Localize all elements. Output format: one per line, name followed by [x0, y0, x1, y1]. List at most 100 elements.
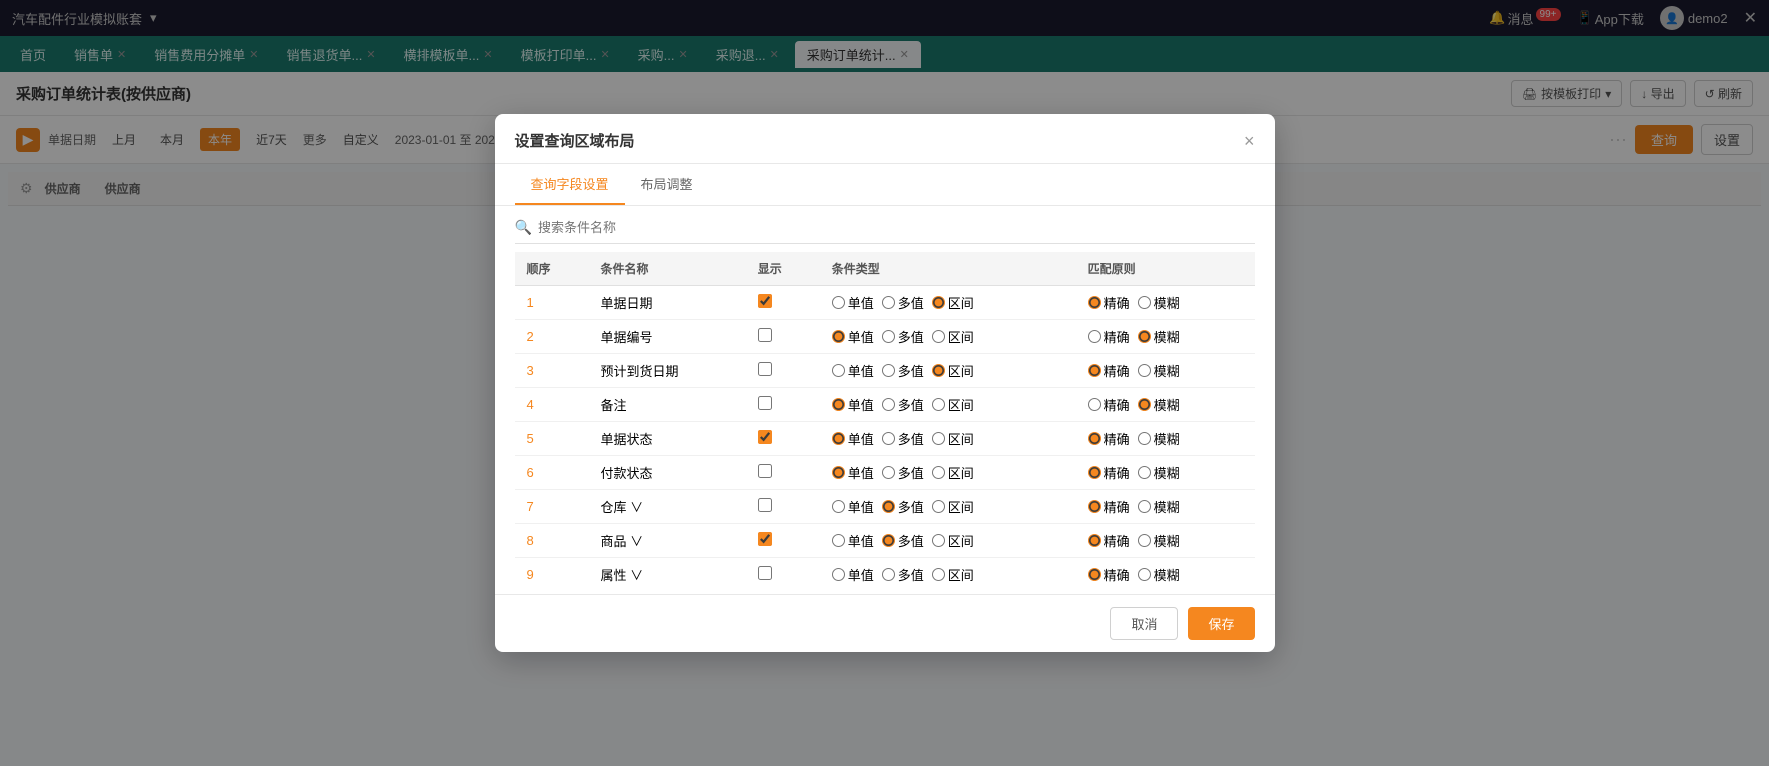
match-option-match_fuzzy[interactable]: 模糊 [1138, 565, 1180, 582]
cancel-button[interactable]: 取消 [1110, 607, 1178, 640]
type-option-type_multi[interactable]: 多值 [882, 361, 924, 380]
display-checkbox[interactable] [758, 532, 772, 546]
type-radio-type_range[interactable] [932, 432, 945, 445]
match-radio-match_fuzzy[interactable] [1138, 534, 1151, 547]
match-option-match_exact[interactable]: 精确 [1088, 565, 1130, 582]
type-option-type_single[interactable]: 单值 [832, 531, 874, 550]
match-radio-match_fuzzy[interactable] [1138, 466, 1151, 479]
type-radio-type_multi[interactable] [882, 500, 895, 513]
display-checkbox[interactable] [758, 464, 772, 478]
match-option-match_fuzzy[interactable]: 模糊 [1138, 497, 1180, 516]
match-option-match_fuzzy[interactable]: 模糊 [1138, 361, 1180, 380]
match-option-match_exact[interactable]: 精确 [1088, 361, 1130, 380]
display-checkbox[interactable] [758, 430, 772, 444]
display-checkbox[interactable] [758, 294, 772, 308]
match-radio-match_exact[interactable] [1088, 364, 1101, 377]
row-display-checkbox-cell[interactable] [746, 320, 820, 354]
type-option-type_single[interactable]: 单值 [832, 565, 874, 582]
match-radio-match_fuzzy[interactable] [1138, 296, 1151, 309]
type-radio-type_single[interactable] [832, 500, 845, 513]
type-radio-type_single[interactable] [832, 466, 845, 479]
match-radio-match_fuzzy[interactable] [1138, 432, 1151, 445]
dialog-close-button[interactable]: × [1244, 132, 1255, 150]
display-checkbox[interactable] [758, 396, 772, 410]
match-option-match_fuzzy[interactable]: 模糊 [1138, 429, 1180, 448]
type-radio-type_single[interactable] [832, 568, 845, 581]
match-radio-match_fuzzy[interactable] [1138, 364, 1151, 377]
type-radio-type_multi[interactable] [882, 296, 895, 309]
match-option-match_fuzzy[interactable]: 模糊 [1138, 395, 1180, 414]
tab-layout-adjust[interactable]: 布局调整 [625, 164, 709, 205]
type-radio-type_range[interactable] [932, 466, 945, 479]
type-option-type_range[interactable]: 区间 [932, 463, 974, 482]
type-option-type_multi[interactable]: 多值 [882, 497, 924, 516]
type-radio-type_multi[interactable] [882, 364, 895, 377]
match-radio-match_exact[interactable] [1088, 296, 1101, 309]
type-radio-type_single[interactable] [832, 398, 845, 411]
match-option-match_fuzzy[interactable]: 模糊 [1138, 463, 1180, 482]
type-radio-type_multi[interactable] [882, 432, 895, 445]
type-radio-type_range[interactable] [932, 500, 945, 513]
match-option-match_fuzzy[interactable]: 模糊 [1138, 327, 1180, 346]
type-radio-type_multi[interactable] [882, 534, 895, 547]
type-radio-type_single[interactable] [832, 364, 845, 377]
match-option-match_exact[interactable]: 精确 [1088, 497, 1130, 516]
type-radio-type_multi[interactable] [882, 466, 895, 479]
row-display-checkbox-cell[interactable] [746, 422, 820, 456]
type-option-type_single[interactable]: 单值 [832, 497, 874, 516]
match-radio-match_fuzzy[interactable] [1138, 568, 1151, 581]
row-display-checkbox-cell[interactable] [746, 456, 820, 490]
type-radio-type_range[interactable] [932, 364, 945, 377]
type-option-type_single[interactable]: 单值 [832, 463, 874, 482]
type-radio-type_multi[interactable] [882, 330, 895, 343]
conditions-table-scroll[interactable]: 顺序 条件名称 显示 条件类型 匹配原则 1单据日期单值多值区间精确模糊2单据编… [515, 252, 1255, 582]
match-radio-match_exact[interactable] [1088, 466, 1101, 479]
type-radio-type_single[interactable] [832, 296, 845, 309]
tab-field-settings[interactable]: 查询字段设置 [515, 164, 625, 205]
row-display-checkbox-cell[interactable] [746, 388, 820, 422]
match-option-match_exact[interactable]: 精确 [1088, 327, 1130, 346]
match-radio-match_fuzzy[interactable] [1138, 398, 1151, 411]
display-checkbox[interactable] [758, 328, 772, 342]
type-option-type_range[interactable]: 区间 [932, 361, 974, 380]
match-radio-match_exact[interactable] [1088, 534, 1101, 547]
type-option-type_multi[interactable]: 多值 [882, 463, 924, 482]
type-option-type_single[interactable]: 单值 [832, 327, 874, 346]
type-option-type_single[interactable]: 单值 [832, 293, 874, 312]
type-option-type_multi[interactable]: 多值 [882, 395, 924, 414]
type-option-type_range[interactable]: 区间 [932, 565, 974, 582]
match-option-match_exact[interactable]: 精确 [1088, 395, 1130, 414]
match-radio-match_exact[interactable] [1088, 330, 1101, 343]
match-option-match_exact[interactable]: 精确 [1088, 429, 1130, 448]
row-display-checkbox-cell[interactable] [746, 558, 820, 583]
display-checkbox[interactable] [758, 498, 772, 512]
type-radio-type_range[interactable] [932, 568, 945, 581]
type-radio-type_single[interactable] [832, 330, 845, 343]
type-option-type_range[interactable]: 区间 [932, 327, 974, 346]
type-radio-type_multi[interactable] [882, 398, 895, 411]
match-radio-match_exact[interactable] [1088, 500, 1101, 513]
type-option-type_multi[interactable]: 多值 [882, 565, 924, 582]
type-option-type_multi[interactable]: 多值 [882, 293, 924, 312]
type-option-type_multi[interactable]: 多值 [882, 531, 924, 550]
type-radio-type_range[interactable] [932, 296, 945, 309]
match-radio-match_fuzzy[interactable] [1138, 500, 1151, 513]
type-radio-type_range[interactable] [932, 330, 945, 343]
type-option-type_single[interactable]: 单值 [832, 429, 874, 448]
type-option-type_range[interactable]: 区间 [932, 293, 974, 312]
display-checkbox[interactable] [758, 566, 772, 580]
type-radio-type_range[interactable] [932, 398, 945, 411]
match-radio-match_exact[interactable] [1088, 432, 1101, 445]
type-radio-type_single[interactable] [832, 534, 845, 547]
row-display-checkbox-cell[interactable] [746, 524, 820, 558]
row-display-checkbox-cell[interactable] [746, 286, 820, 320]
match-radio-match_exact[interactable] [1088, 398, 1101, 411]
type-radio-type_range[interactable] [932, 534, 945, 547]
display-checkbox[interactable] [758, 362, 772, 376]
match-radio-match_exact[interactable] [1088, 568, 1101, 581]
type-option-type_range[interactable]: 区间 [932, 497, 974, 516]
match-option-match_exact[interactable]: 精确 [1088, 531, 1130, 550]
match-option-match_exact[interactable]: 精确 [1088, 293, 1130, 312]
type-option-type_single[interactable]: 单值 [832, 361, 874, 380]
type-option-type_range[interactable]: 区间 [932, 531, 974, 550]
